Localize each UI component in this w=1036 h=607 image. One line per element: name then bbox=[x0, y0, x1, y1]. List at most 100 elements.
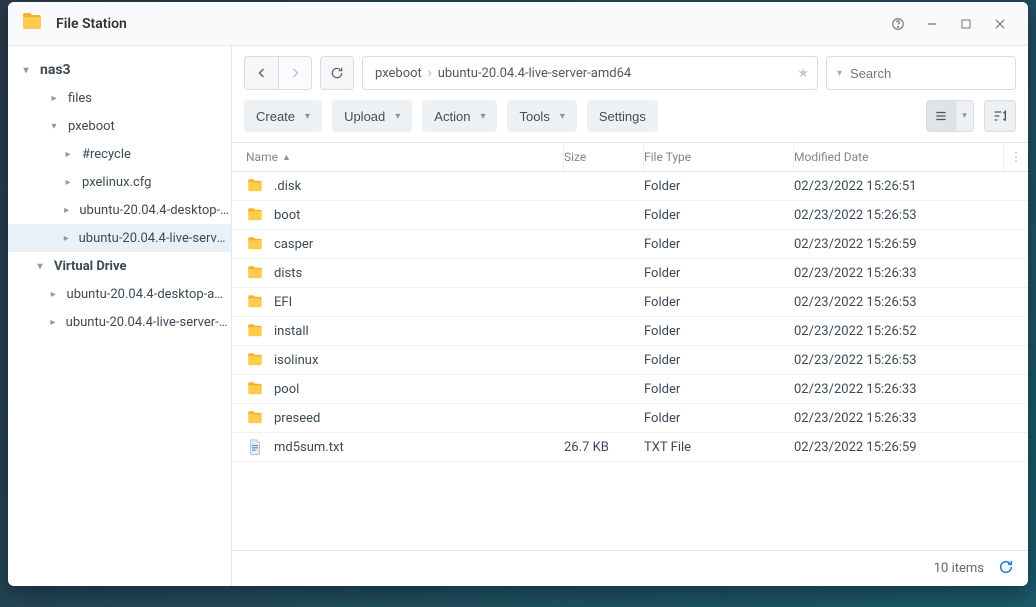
column-header-size[interactable]: Size bbox=[564, 143, 644, 171]
folder-icon bbox=[246, 351, 264, 369]
search-input[interactable] bbox=[848, 65, 1028, 82]
file-grid: Name▲ Size File Type Modified Date ⋮ .di… bbox=[232, 142, 1028, 550]
tree-item-ubuntu-20-04-4-live-server-amd64[interactable]: ▸ubuntu-20.04.4-live-server-amd64 bbox=[8, 224, 231, 252]
table-row[interactable]: pool Folder02/23/2022 15:26:33 bbox=[232, 375, 1028, 404]
file-station-window: File Station ▾ nas3 ▸files▾pxeboot▸#recy… bbox=[8, 2, 1028, 586]
file-type: Folder bbox=[644, 382, 794, 397]
maximize-button[interactable] bbox=[950, 8, 982, 40]
column-header-type[interactable]: File Type bbox=[644, 143, 794, 171]
folder-icon bbox=[246, 177, 264, 195]
status-refresh-button[interactable] bbox=[998, 559, 1014, 579]
table-row[interactable]: isolinux Folder02/23/2022 15:26:53 bbox=[232, 346, 1028, 375]
table-row[interactable]: dists Folder02/23/2022 15:26:33 bbox=[232, 259, 1028, 288]
app-icon bbox=[20, 10, 44, 38]
refresh-button[interactable] bbox=[320, 56, 354, 90]
search-box[interactable]: ▾ bbox=[826, 56, 1016, 90]
view-mode-dropdown[interactable]: ▾ bbox=[955, 101, 973, 131]
file-size: 26.7 KB bbox=[564, 440, 644, 455]
file-date: 02/23/2022 15:26:52 bbox=[794, 324, 1028, 339]
folder-icon bbox=[246, 322, 264, 340]
file-date: 02/23/2022 15:26:33 bbox=[794, 382, 1028, 397]
forward-button[interactable] bbox=[278, 56, 312, 90]
file-name: casper bbox=[274, 237, 564, 252]
main-panel: pxeboot › ubuntu-20.04.4-live-server-amd… bbox=[232, 46, 1028, 586]
breadcrumb-part-0[interactable]: pxeboot bbox=[371, 66, 426, 81]
folder-icon bbox=[246, 409, 264, 427]
tree-root-nas3[interactable]: ▾ nas3 bbox=[8, 56, 231, 84]
folder-icon bbox=[246, 206, 264, 224]
file-type: Folder bbox=[644, 295, 794, 310]
table-row[interactable]: installFolder02/23/2022 15:26:52 bbox=[232, 317, 1028, 346]
tree-item-files[interactable]: ▸files bbox=[8, 84, 231, 112]
folder-icon bbox=[246, 380, 264, 398]
table-row[interactable]: casperFolder02/23/2022 15:26:59 bbox=[232, 230, 1028, 259]
tree-virtual-drive[interactable]: ▾ Virtual Drive bbox=[8, 252, 231, 280]
file-name: .disk bbox=[274, 179, 564, 194]
file-type: Folder bbox=[644, 266, 794, 281]
nav-toolbar: pxeboot › ubuntu-20.04.4-live-server-amd… bbox=[232, 46, 1028, 96]
item-count: 10 items bbox=[934, 561, 984, 576]
table-row[interactable]: bootFolder02/23/2022 15:26:53 bbox=[232, 201, 1028, 230]
folder-icon bbox=[246, 264, 264, 282]
file-icon bbox=[246, 438, 264, 456]
table-row[interactable]: .diskFolder02/23/2022 15:26:51 bbox=[232, 172, 1028, 201]
file-type: Folder bbox=[644, 353, 794, 368]
window-title: File Station bbox=[56, 16, 127, 32]
file-type: Folder bbox=[644, 237, 794, 252]
sort-asc-icon: ▲ bbox=[282, 152, 291, 163]
file-name: dists bbox=[274, 266, 564, 281]
upload-button[interactable]: Upload bbox=[332, 100, 412, 132]
file-name: pool bbox=[274, 382, 564, 397]
column-header-date[interactable]: Modified Date bbox=[794, 143, 1004, 171]
action-button[interactable]: Action bbox=[422, 100, 497, 132]
tree-vd-item[interactable]: ▸ubuntu-20.04.4-desktop-amd64 bbox=[8, 280, 231, 308]
settings-button[interactable]: Settings bbox=[587, 100, 658, 132]
file-date: 02/23/2022 15:26:53 bbox=[794, 353, 1028, 368]
star-icon[interactable]: ★ bbox=[797, 66, 809, 81]
file-date: 02/23/2022 15:26:59 bbox=[794, 440, 1028, 455]
help-button[interactable] bbox=[882, 8, 914, 40]
back-button[interactable] bbox=[244, 56, 278, 90]
file-date: 02/23/2022 15:26:53 bbox=[794, 208, 1028, 223]
list-view-button[interactable] bbox=[927, 101, 955, 131]
tree-item-pxeboot[interactable]: ▾pxeboot bbox=[8, 112, 231, 140]
file-name: md5sum.txt bbox=[274, 440, 564, 455]
minimize-button[interactable] bbox=[916, 8, 948, 40]
table-row[interactable]: preseedFolder02/23/2022 15:26:33 bbox=[232, 404, 1028, 433]
action-toolbar: Create Upload Action Tools Settings ▾ bbox=[232, 96, 1028, 142]
folder-icon bbox=[246, 235, 264, 253]
chevron-icon: ▸ bbox=[46, 289, 61, 300]
titlebar: File Station bbox=[8, 2, 1028, 46]
file-type: TXT File bbox=[644, 440, 794, 455]
chevron-icon: ▸ bbox=[60, 233, 73, 244]
folder-icon bbox=[246, 293, 264, 311]
breadcrumb[interactable]: pxeboot › ubuntu-20.04.4-live-server-amd… bbox=[362, 56, 818, 90]
breadcrumb-part-1[interactable]: ubuntu-20.04.4-live-server-amd64 bbox=[434, 66, 635, 81]
statusbar: 10 items bbox=[232, 550, 1028, 586]
column-header-name[interactable]: Name▲ bbox=[232, 143, 564, 171]
tree-vd-item[interactable]: ▸ubuntu-20.04.4-live-server-amd64 bbox=[8, 308, 231, 336]
create-button[interactable]: Create bbox=[244, 100, 322, 132]
close-button[interactable] bbox=[984, 8, 1016, 40]
file-name: preseed bbox=[274, 411, 564, 426]
tree-item-pxelinux-cfg[interactable]: ▸pxelinux.cfg bbox=[8, 168, 231, 196]
file-date: 02/23/2022 15:26:33 bbox=[794, 266, 1028, 281]
file-type: Folder bbox=[644, 179, 794, 194]
file-name: install bbox=[274, 324, 564, 339]
sort-button[interactable] bbox=[984, 100, 1016, 132]
file-name: isolinux bbox=[274, 353, 564, 368]
chevron-icon: ▸ bbox=[60, 177, 76, 188]
tree-item--recycle[interactable]: ▸#recycle bbox=[8, 140, 231, 168]
tools-button[interactable]: Tools bbox=[507, 100, 576, 132]
column-menu-button[interactable]: ⋮ bbox=[1004, 150, 1028, 164]
tree-item-ubuntu-20-04-4-desktop-amd64[interactable]: ▸ubuntu-20.04.4-desktop-amd64 bbox=[8, 196, 231, 224]
table-row[interactable]: md5sum.txt26.7 KBTXT File02/23/2022 15:2… bbox=[232, 433, 1028, 462]
table-row[interactable]: EFIFolder02/23/2022 15:26:53 bbox=[232, 288, 1028, 317]
file-type: Folder bbox=[644, 208, 794, 223]
chevron-down-icon: ▾ bbox=[18, 65, 34, 76]
chevron-down-icon: ▾ bbox=[837, 68, 842, 79]
chevron-icon: ▾ bbox=[46, 121, 62, 132]
chevron-icon: ▸ bbox=[60, 205, 73, 216]
chevron-icon: ▸ bbox=[60, 149, 76, 160]
chevron-icon: ▸ bbox=[46, 93, 62, 104]
